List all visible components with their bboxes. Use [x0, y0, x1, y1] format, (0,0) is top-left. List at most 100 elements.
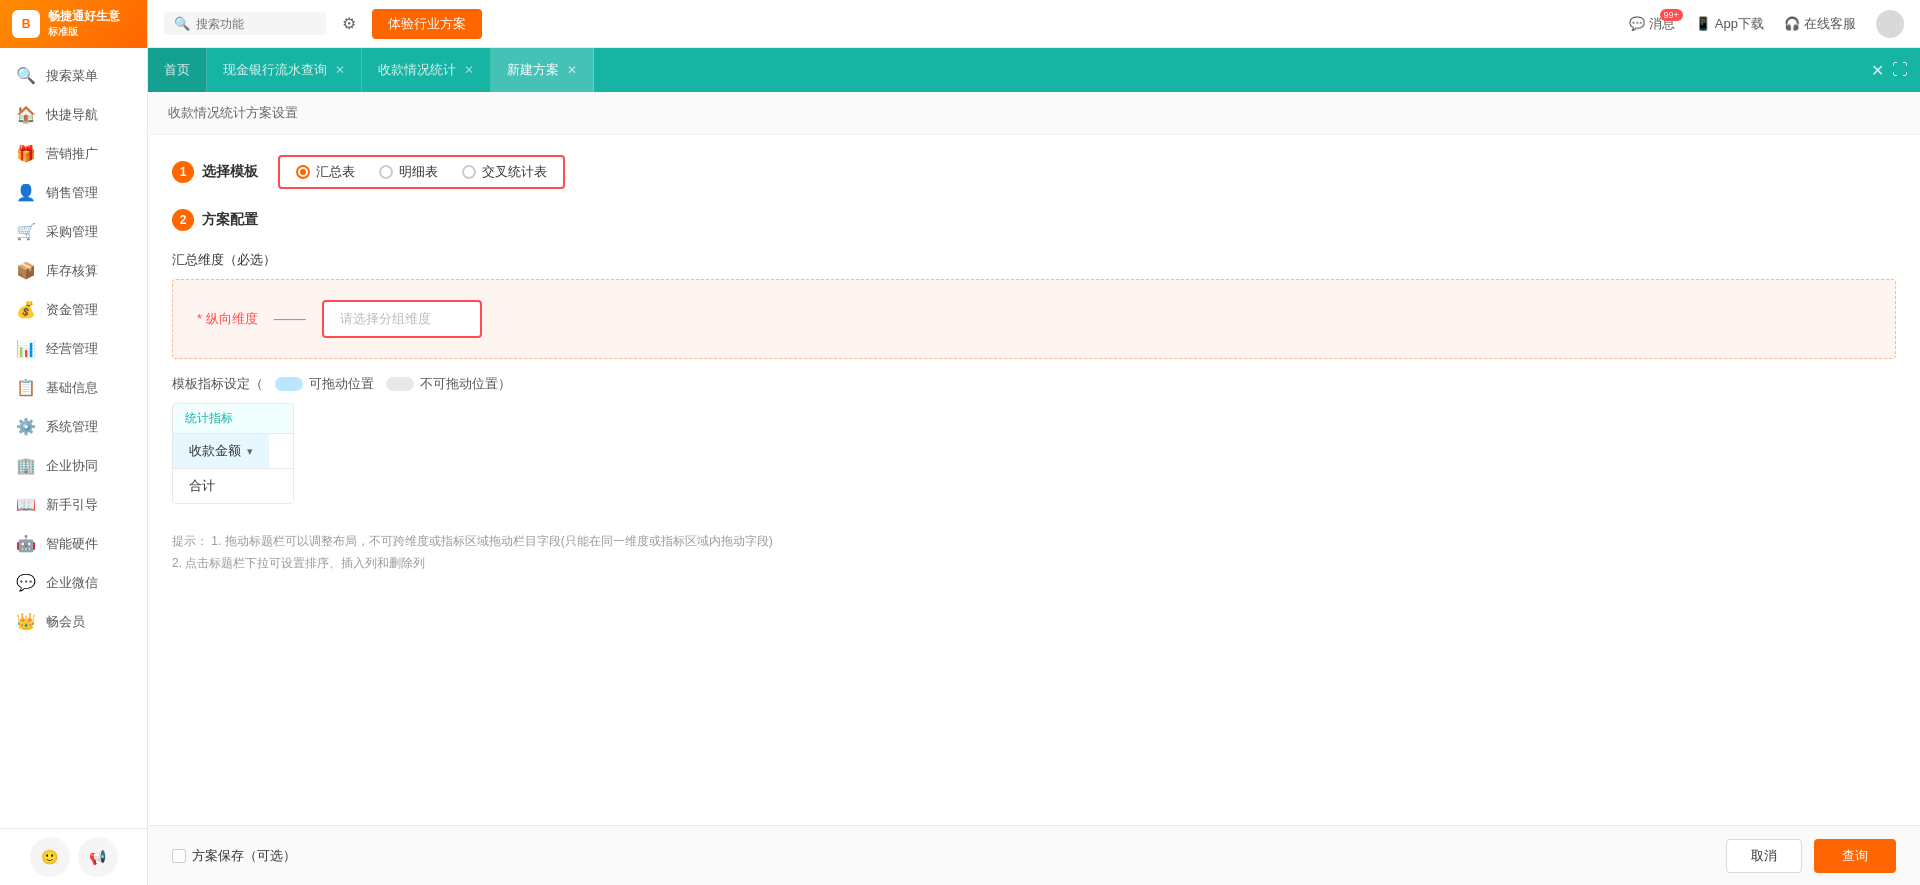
- sidebar-item-operations[interactable]: 📊 经营管理: [0, 329, 147, 368]
- gift-icon: 🎁: [16, 144, 36, 163]
- settings-icon[interactable]: ⚙: [342, 14, 356, 33]
- sidebar-item-enterprise[interactable]: 🏢 企业协同: [0, 446, 147, 485]
- config-section: 汇总维度（必选） * 纵向维度 —— 请选择分组维度 模板指标设定（ 可拖动位置: [172, 251, 1896, 574]
- sidebar-item-label: 基础信息: [46, 379, 98, 397]
- tabs-bar: 首页 现金银行流水查询 ✕ 收款情况统计 ✕ 新建方案 ✕ ✕ ⛶: [148, 48, 1920, 92]
- tab-newplan[interactable]: 新建方案 ✕: [491, 48, 594, 92]
- list-icon: 📋: [16, 378, 36, 397]
- save-checkbox[interactable]: [172, 849, 186, 863]
- chat-icon: 💬: [16, 573, 36, 592]
- sidebar-item-label: 搜索菜单: [46, 67, 98, 85]
- cancel-button[interactable]: 取消: [1726, 839, 1802, 873]
- sidebar-item-label: 企业协同: [46, 457, 98, 475]
- sidebar-item-smart[interactable]: 🤖 智能硬件: [0, 524, 147, 563]
- sidebar-nav: 🔍 搜索菜单 🏠 快捷导航 🎁 营销推广 👤 销售管理 🛒 采购管理 📦 库存核…: [0, 48, 147, 828]
- sidebar-item-finance[interactable]: 💰 资金管理: [0, 290, 147, 329]
- step2-title: 方案配置: [202, 211, 258, 229]
- sidebar-item-label: 营销推广: [46, 145, 98, 163]
- query-button[interactable]: 查询: [1814, 839, 1896, 873]
- main-area: 🔍 ⚙ 体验行业方案 💬 消息 99+ 📱 App下载 🎧 在线客服 首页: [148, 0, 1920, 885]
- radio-summary[interactable]: 汇总表: [296, 163, 355, 181]
- radio-crosstab-label: 交叉统计表: [482, 163, 547, 181]
- form-section: 1 选择模板 汇总表 明细表 交叉统计表: [148, 135, 1920, 825]
- col-receipt-amount[interactable]: 收款金额 ▾: [173, 434, 269, 468]
- dimension-area: * 纵向维度 —— 请选择分组维度: [172, 279, 1896, 359]
- draggable-label: 可拖动位置: [309, 375, 374, 393]
- money-icon: 💰: [16, 300, 36, 319]
- sidebar-item-quicknav[interactable]: 🏠 快捷导航: [0, 95, 147, 134]
- logo-sub: 标准版: [48, 25, 120, 39]
- content-area: 收款情况统计方案设置 1 选择模板 汇总表 明细表: [148, 92, 1920, 885]
- save-label: 方案保存（可选）: [192, 847, 296, 865]
- row-dimension-label: * 纵向维度: [197, 310, 258, 328]
- book-icon: 📖: [16, 495, 36, 514]
- chart-icon: 📊: [16, 339, 36, 358]
- sidebar-item-newbie[interactable]: 📖 新手引导: [0, 485, 147, 524]
- support-item[interactable]: 🎧 在线客服: [1784, 15, 1856, 33]
- sidebar-bottom-btn1[interactable]: 🙂: [30, 837, 70, 877]
- step2-row: 2 方案配置: [172, 209, 1896, 231]
- dimension-arrow: ——: [274, 310, 306, 328]
- home-icon: 🏠: [16, 105, 36, 124]
- tab-home[interactable]: 首页: [148, 48, 207, 92]
- newplan-tab-close[interactable]: ✕: [567, 63, 577, 77]
- sidebar-item-basic[interactable]: 📋 基础信息: [0, 368, 147, 407]
- sidebar-item-sales[interactable]: 👤 销售管理: [0, 173, 147, 212]
- tip-line2: 2. 点击标题栏下拉可设置排序、插入列和删除列: [172, 553, 1896, 575]
- receipt-tab-close[interactable]: ✕: [464, 63, 474, 77]
- close-window-icon[interactable]: ✕: [1871, 61, 1884, 80]
- tip-line1: 提示： 1. 拖动标题栏可以调整布局，不可跨维度或指标区域拖动栏目字段(只能在同…: [172, 531, 1896, 553]
- metrics-hint-row: 模板指标设定（ 可拖动位置 不可拖动位置）: [172, 375, 1896, 393]
- radio-crosstab-dot: [462, 165, 476, 179]
- radio-summary-dot: [296, 165, 310, 179]
- sidebar-bottom-btn2[interactable]: 📢: [78, 837, 118, 877]
- user-avatar[interactable]: [1876, 10, 1904, 38]
- sidebar-item-inventory[interactable]: 📦 库存核算: [0, 251, 147, 290]
- download-item[interactable]: 📱 App下载: [1695, 15, 1764, 33]
- tab-bank[interactable]: 现金银行流水查询 ✕: [207, 48, 362, 92]
- sidebar-bottom: 🙂 📢: [0, 828, 147, 885]
- sidebar-item-label: 快捷导航: [46, 106, 98, 124]
- sidebar-item-label: 资金管理: [46, 301, 98, 319]
- sidebar: B 畅捷通好生意 标准版 🔍 搜索菜单 🏠 快捷导航 🎁 营销推广 👤 销售管理…: [0, 0, 148, 885]
- cart-icon: 🛒: [16, 222, 36, 241]
- trial-button[interactable]: 体验行业方案: [372, 9, 482, 39]
- bank-tab-close[interactable]: ✕: [335, 63, 345, 77]
- dimension-section-title: 汇总维度（必选）: [172, 251, 1896, 269]
- col-dropdown-icon[interactable]: ▾: [247, 445, 253, 458]
- home-tab-label: 首页: [164, 61, 190, 79]
- fixed-label: 不可拖动位置）: [420, 375, 511, 393]
- sidebar-item-label: 经营管理: [46, 340, 98, 358]
- sidebar-item-label: 采购管理: [46, 223, 98, 241]
- hint-draggable: 可拖动位置: [275, 375, 374, 393]
- tab-receipt[interactable]: 收款情况统计 ✕: [362, 48, 491, 92]
- sidebar-item-search[interactable]: 🔍 搜索菜单: [0, 56, 147, 95]
- hint-fixed: 不可拖动位置）: [386, 375, 511, 393]
- sidebar-item-wechat[interactable]: 💬 企业微信: [0, 563, 147, 602]
- tips-section: 提示： 1. 拖动标题栏可以调整布局，不可跨维度或指标区域拖动栏目字段(只能在同…: [172, 531, 1896, 574]
- topbar-search-box[interactable]: 🔍: [164, 12, 326, 35]
- table-header-row: 收款金额 ▾: [173, 434, 293, 468]
- maximize-icon[interactable]: ⛶: [1892, 61, 1908, 79]
- radio-crosstab[interactable]: 交叉统计表: [462, 163, 547, 181]
- radio-detail-dot: [379, 165, 393, 179]
- fixed-dot: [386, 377, 414, 391]
- topbar: 🔍 ⚙ 体验行业方案 💬 消息 99+ 📱 App下载 🎧 在线客服: [148, 0, 1920, 48]
- search-input[interactable]: [196, 17, 316, 31]
- notification-item[interactable]: 💬 消息 99+: [1629, 15, 1675, 33]
- sidebar-item-member[interactable]: 👑 畅会员: [0, 602, 147, 641]
- download-label: App下载: [1715, 15, 1764, 33]
- draggable-dot: [275, 377, 303, 391]
- sidebar-item-marketing[interactable]: 🎁 营销推广: [0, 134, 147, 173]
- sidebar-item-purchase[interactable]: 🛒 采购管理: [0, 212, 147, 251]
- metrics-category-label: 统计指标: [173, 404, 293, 434]
- sidebar-item-label: 系统管理: [46, 418, 98, 436]
- sidebar-item-label: 企业微信: [46, 574, 98, 592]
- radio-detail[interactable]: 明细表: [379, 163, 438, 181]
- user-icon: 👤: [16, 183, 36, 202]
- box-icon: 📦: [16, 261, 36, 280]
- dimension-input-box[interactable]: 请选择分组维度: [322, 300, 482, 338]
- step2-badge: 2: [172, 209, 194, 231]
- topbar-right: 💬 消息 99+ 📱 App下载 🎧 在线客服: [1629, 10, 1904, 38]
- sidebar-item-system[interactable]: ⚙️ 系统管理: [0, 407, 147, 446]
